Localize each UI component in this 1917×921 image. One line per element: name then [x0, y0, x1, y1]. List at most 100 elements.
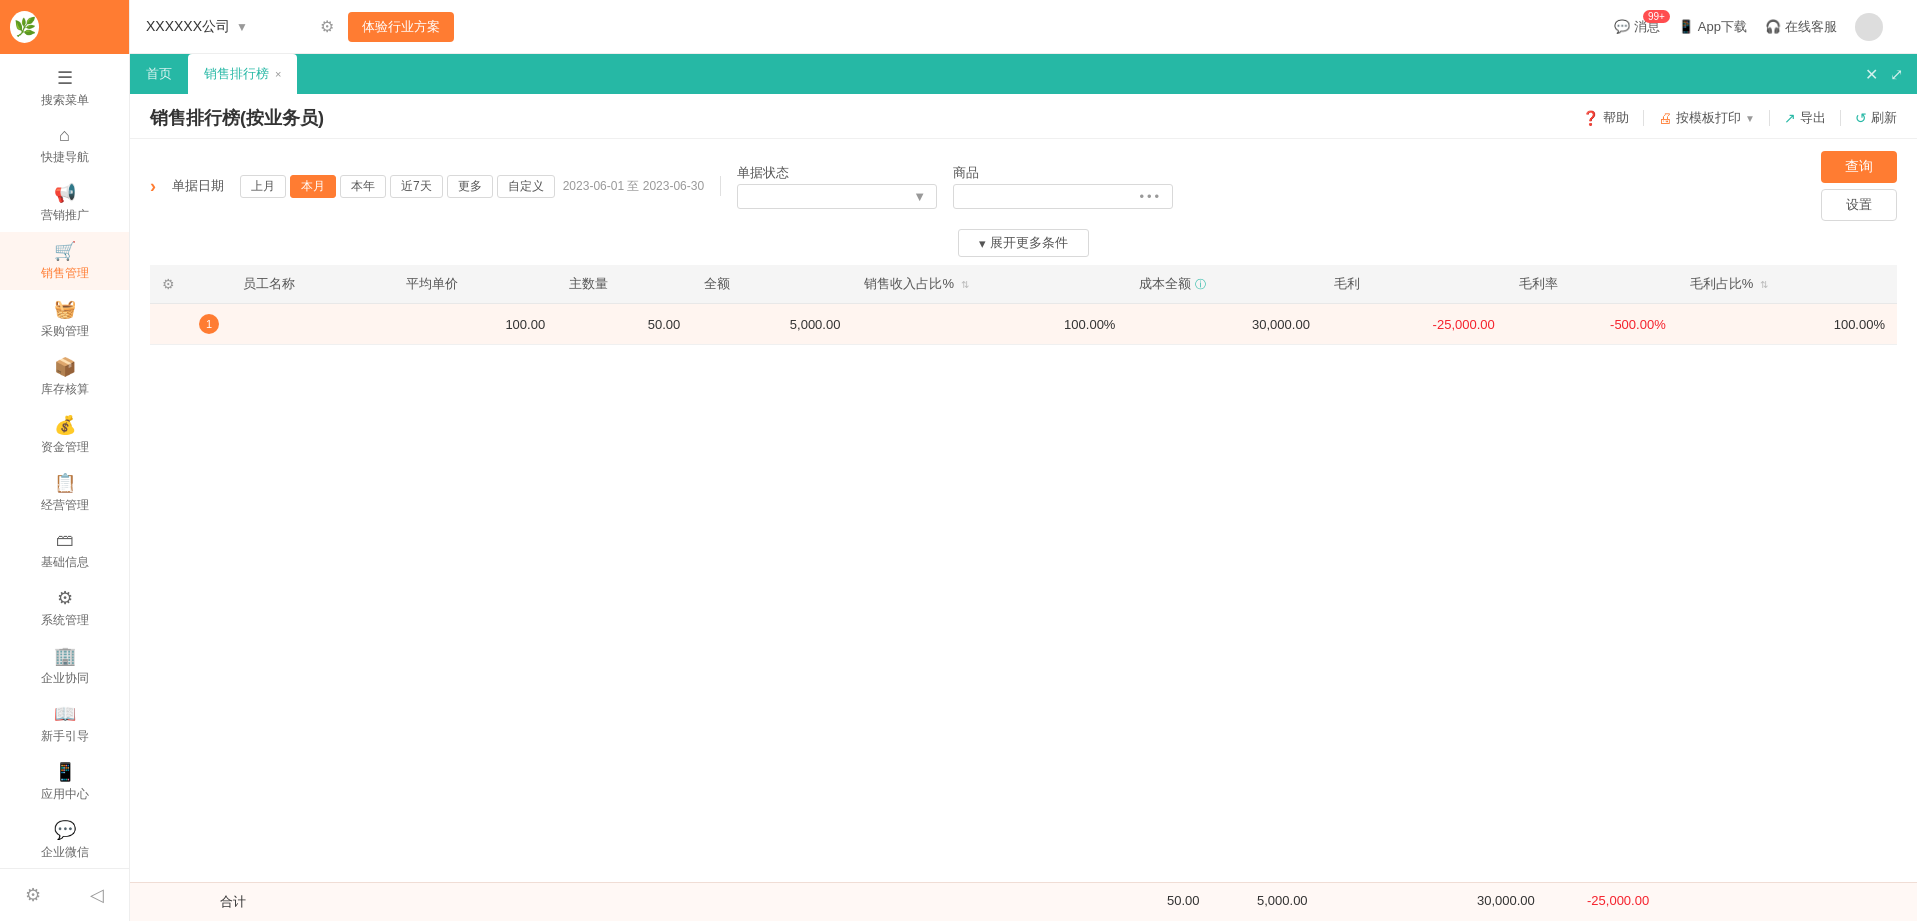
message-btn[interactable]: 💬 消息 99+ — [1614, 18, 1660, 36]
help-icon: ❓ — [1582, 110, 1599, 126]
filter-dots[interactable]: ••• — [1139, 189, 1162, 204]
page-header: 销售排行榜(按业务员) ❓ 帮助 🖨 按模板打印 ▼ ↗ 导出 — [130, 94, 1917, 139]
filter-actions: 查询 设置 — [1821, 151, 1897, 221]
win-expand-btn[interactable]: ⤢ — [1890, 65, 1903, 84]
sidebar-icon-finance: 💰 — [54, 414, 76, 436]
sidebar-label-collab: 企业协同 — [41, 670, 89, 687]
col-avg-price: 平均单价 — [394, 265, 557, 304]
sidebar-icon-collab: 🏢 — [54, 645, 76, 667]
sidebar-label-operations: 经营管理 — [41, 497, 89, 514]
sort-icon-sales-ratio: ⇅ — [961, 279, 969, 290]
sidebar-footer: ⚙ ◁ — [0, 868, 129, 921]
status-select[interactable]: ▼ — [737, 184, 937, 209]
footer-gross-rate-spacer — [1697, 893, 1797, 911]
settings-btn[interactable]: 设置 — [1821, 189, 1897, 221]
sidebar-item-collab[interactable]: 🏢 企业协同 — [0, 637, 129, 695]
sidebar-icon-marketing: 📢 — [54, 182, 76, 204]
footer-total-label: 合计 — [220, 893, 1067, 911]
message-badge: 99+ — [1643, 10, 1670, 23]
export-btn[interactable]: ↗ 导出 — [1784, 109, 1826, 127]
online-service-btn[interactable]: 🎧 在线客服 — [1765, 18, 1837, 36]
col-cost-amount: 成本全额 ⓘ — [1127, 265, 1321, 304]
sidebar-item-wechat[interactable]: 💬 企业微信 — [0, 811, 129, 868]
cell-cost-amount: 30,000.00 — [1127, 304, 1321, 345]
date-btn-上月[interactable]: 上月 — [240, 175, 286, 198]
sidebar-item-quick-nav[interactable]: ⌂ 快捷导航 — [0, 117, 129, 174]
footer-spacer — [150, 893, 180, 911]
topbar-gear-icon[interactable]: ⚙ — [320, 17, 334, 36]
cell-avg-price: 100.00 — [394, 304, 557, 345]
sidebar-item-sales[interactable]: 🛒 销售管理 — [0, 232, 129, 290]
filter-arrow-icon: › — [150, 176, 156, 197]
sidebar-icon-basics: 🗃 — [56, 530, 74, 551]
cell-gross: -25,000.00 — [1322, 304, 1507, 345]
company-selector[interactable]: XXXXXX公司 ▼ — [146, 18, 306, 36]
query-btn[interactable]: 查询 — [1821, 151, 1897, 183]
tab-sales-rank-label: 销售排行榜 — [204, 65, 269, 83]
date-btn-自定义[interactable]: 自定义 — [497, 175, 555, 198]
sidebar-label-sales: 销售管理 — [41, 265, 89, 282]
col-settings-icon: ⚙ — [162, 276, 175, 292]
avatar[interactable] — [1855, 13, 1883, 41]
app-icon: 📱 — [1678, 19, 1694, 34]
sidebar-item-purchase[interactable]: 🧺 采购管理 — [0, 290, 129, 348]
expand-more-btn[interactable]: ▾ 展开更多条件 — [958, 229, 1089, 257]
footer-gross-ratio-spacer — [1797, 893, 1897, 911]
date-btn-更多[interactable]: 更多 — [447, 175, 493, 198]
template-print-btn[interactable]: 🖨 按模板打印 ▼ — [1658, 109, 1755, 127]
sidebar-item-system[interactable]: ⚙ 系统管理 — [0, 579, 129, 637]
tab-home[interactable]: 首页 — [130, 54, 188, 94]
settings-footer-btn[interactable]: ⚙ — [20, 879, 46, 911]
filter-collapse-btn[interactable]: › — [150, 176, 156, 197]
col-gross: 毛利 — [1322, 265, 1507, 304]
message-icon: 💬 — [1614, 19, 1630, 34]
collapse-sidebar-btn[interactable]: ◁ — [85, 879, 109, 911]
sidebar-label-system: 系统管理 — [41, 612, 89, 629]
sidebar-logo: 🌿 畅康通好生意 标准版 — [0, 0, 129, 54]
status-filter-label: 单据状态 — [737, 164, 937, 182]
cost-info-icon[interactable]: ⓘ — [1195, 278, 1206, 290]
tab-close-icon[interactable]: × — [275, 68, 281, 80]
print-dropdown-arrow: ▼ — [1745, 113, 1755, 124]
table-container: ⚙ 员工名称 平均单价 主数量 全额 销售收入占比% ⇅ 成本全额 — [130, 265, 1917, 882]
col-settings[interactable]: ⚙ — [150, 265, 187, 304]
cell-rank: 1 — [187, 304, 231, 345]
status-select-arrow: ▼ — [913, 189, 926, 204]
sidebar-item-marketing[interactable]: 📢 营销推广 — [0, 174, 129, 232]
tab-sales-rank[interactable]: 销售排行榜 × — [188, 54, 297, 94]
date-btn-本年[interactable]: 本年 — [340, 175, 386, 198]
tab-home-label: 首页 — [146, 65, 172, 83]
refresh-btn[interactable]: ↺ 刷新 — [1855, 109, 1897, 127]
cell-sales-ratio: 100.00% — [852, 304, 1127, 345]
sidebar-label-search-order: 搜索菜单 — [41, 92, 89, 109]
goods-select[interactable]: ••• — [953, 184, 1173, 209]
help-btn[interactable]: ❓ 帮助 — [1582, 109, 1629, 127]
col-sales-ratio: 销售收入占比% ⇅ — [852, 265, 1127, 304]
sidebar-item-inventory[interactable]: 📦 库存核算 — [0, 348, 129, 406]
col-amount: 全额 — [692, 265, 852, 304]
print-icon: 🖨 — [1658, 110, 1672, 126]
sidebar-item-basics[interactable]: 🗃 基础信息 — [0, 522, 129, 579]
sidebar-item-search-order[interactable]: ☰ 搜索菜单 — [0, 59, 129, 117]
date-btn-本月[interactable]: 本月 — [290, 175, 336, 198]
col-gross-rate: 毛利率 — [1507, 265, 1678, 304]
sidebar-item-apps[interactable]: 📱 应用中心 — [0, 753, 129, 811]
date-btn-近7天[interactable]: 近7天 — [390, 175, 443, 198]
trial-btn[interactable]: 体验行业方案 — [348, 12, 454, 42]
sales-rank-table: ⚙ 员工名称 平均单价 主数量 全额 销售收入占比% ⇅ 成本全额 — [150, 265, 1897, 345]
sidebar-item-guide[interactable]: 📖 新手引导 — [0, 695, 129, 753]
table-row[interactable]: 1 100.00 50.00 5,000.00 100.00% 30,000.0… — [150, 304, 1897, 345]
win-close-btn[interactable]: ✕ — [1865, 65, 1878, 84]
sidebar-label-apps: 应用中心 — [41, 786, 89, 803]
sidebar-icon-sales: 🛒 — [54, 240, 76, 262]
cell-gross-ratio: 100.00% — [1678, 304, 1897, 345]
col-rank — [187, 265, 231, 304]
footer-main-qty: 50.00 — [1167, 893, 1257, 911]
action-divider-3 — [1840, 110, 1841, 126]
sidebar-item-finance[interactable]: 💰 资金管理 — [0, 406, 129, 464]
expand-arrow-icon: ▾ — [979, 236, 986, 251]
cell-settings — [150, 304, 187, 345]
sidebar-label-quick-nav: 快捷导航 — [41, 149, 89, 166]
page-title: 销售排行榜(按业务员) — [150, 106, 1582, 130]
app-download-btn[interactable]: 📱 App下载 — [1678, 18, 1747, 36]
